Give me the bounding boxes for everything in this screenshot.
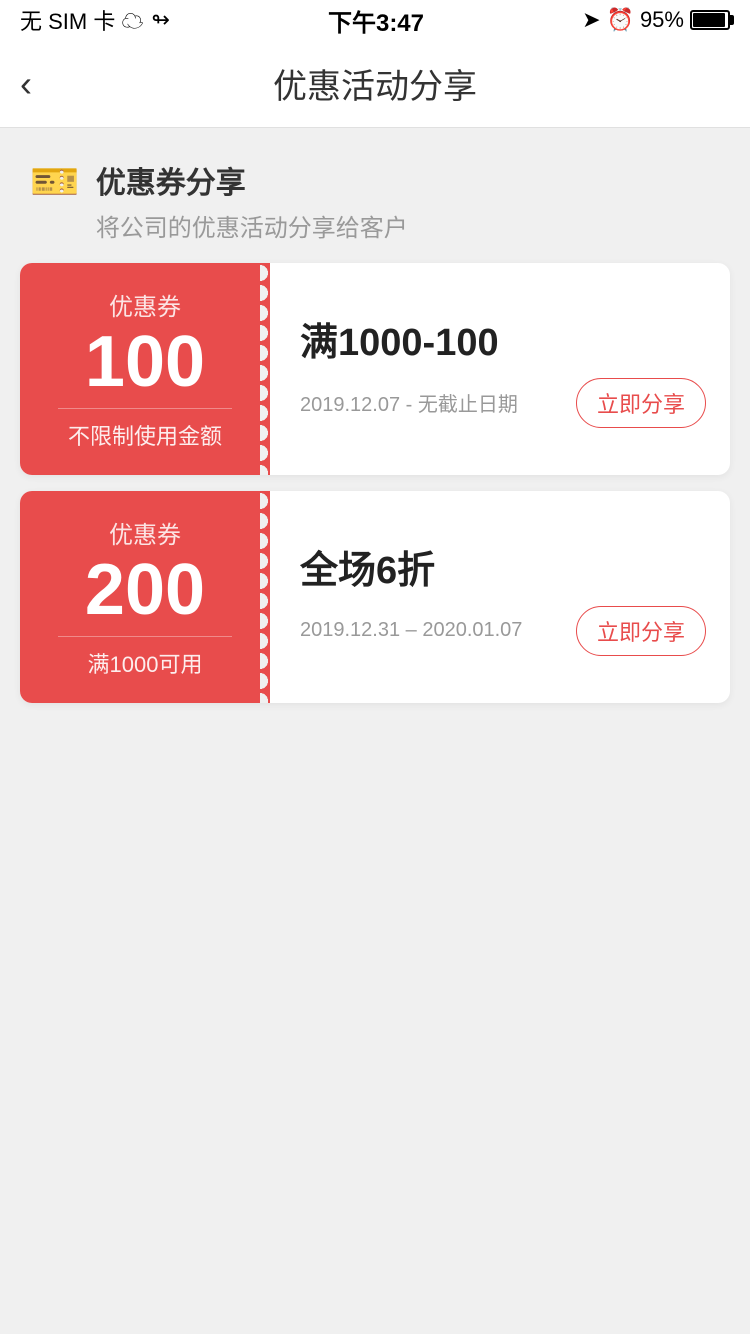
- coupon-right: 满1000-100 2019.12.07 - 无截止日期 立即分享: [270, 263, 730, 475]
- back-button[interactable]: ‹: [20, 63, 32, 105]
- coupon-name: 全场6折: [300, 539, 706, 594]
- share-button[interactable]: 立即分享: [576, 606, 706, 656]
- coupon-right: 全场6折 2019.12.31 – 2020.01.07 立即分享: [270, 491, 730, 703]
- coupon-list: 优惠券 100 不限制使用金额 满1000-100 2019.12.07 - 无…: [0, 263, 750, 733]
- share-button[interactable]: 立即分享: [576, 378, 706, 428]
- section-subtitle: 将公司的优惠活动分享给客户: [96, 208, 408, 243]
- status-left: 无 SIM 卡 ☁ ↬: [20, 4, 170, 36]
- coupon-divider: [58, 408, 232, 409]
- empty-area: [0, 733, 750, 1133]
- coupon-divider: [58, 636, 232, 637]
- coupon-amount: 100: [85, 326, 205, 398]
- status-right: ➤ ⏰ 95%: [582, 7, 730, 33]
- section-text-block: 优惠券分享 将公司的优惠活动分享给客户: [96, 158, 408, 243]
- page-title: 优惠活动分享: [273, 59, 477, 108]
- coupon-condition: 不限制使用金额: [68, 419, 222, 451]
- section-icon: 🎫: [30, 158, 80, 205]
- coupon-name: 满1000-100: [300, 311, 706, 366]
- coupon-card: 优惠券 200 满1000可用 全场6折 2019.12.31 – 2020.0…: [20, 491, 730, 703]
- section-header: 🎫 优惠券分享 将公司的优惠活动分享给客户: [0, 128, 750, 263]
- coupon-meta: 2019.12.31 – 2020.01.07 立即分享: [300, 606, 706, 656]
- coupon-card: 优惠券 100 不限制使用金额 满1000-100 2019.12.07 - 无…: [20, 263, 730, 475]
- wifi-icon: ↬: [151, 7, 169, 33]
- status-bar: 无 SIM 卡 ☁ ↬ 下午3:47 ➤ ⏰ 95%: [0, 0, 750, 40]
- coupon-amount: 200: [85, 554, 205, 626]
- nav-bar: ‹ 优惠活动分享: [0, 40, 750, 128]
- status-time: 下午3:47: [328, 3, 424, 38]
- coupon-left: 优惠券 100 不限制使用金额: [20, 263, 270, 475]
- location-icon: ➤: [582, 7, 600, 33]
- coupon-label: 优惠券: [109, 515, 181, 550]
- section-title: 优惠券分享: [96, 158, 408, 202]
- coupon-left: 优惠券 200 满1000可用: [20, 491, 270, 703]
- coupon-label: 优惠券: [109, 287, 181, 322]
- coupon-condition: 满1000可用: [88, 647, 203, 679]
- coupon-date: 2019.12.31 – 2020.01.07: [300, 619, 522, 642]
- battery-icon: [690, 10, 730, 30]
- battery-percent: 95%: [640, 7, 684, 33]
- sim-text: 无 SIM 卡 ☁: [20, 4, 143, 36]
- coupon-date: 2019.12.07 - 无截止日期: [300, 388, 518, 417]
- coupon-meta: 2019.12.07 - 无截止日期 立即分享: [300, 378, 706, 428]
- alarm-icon: ⏰: [607, 7, 634, 33]
